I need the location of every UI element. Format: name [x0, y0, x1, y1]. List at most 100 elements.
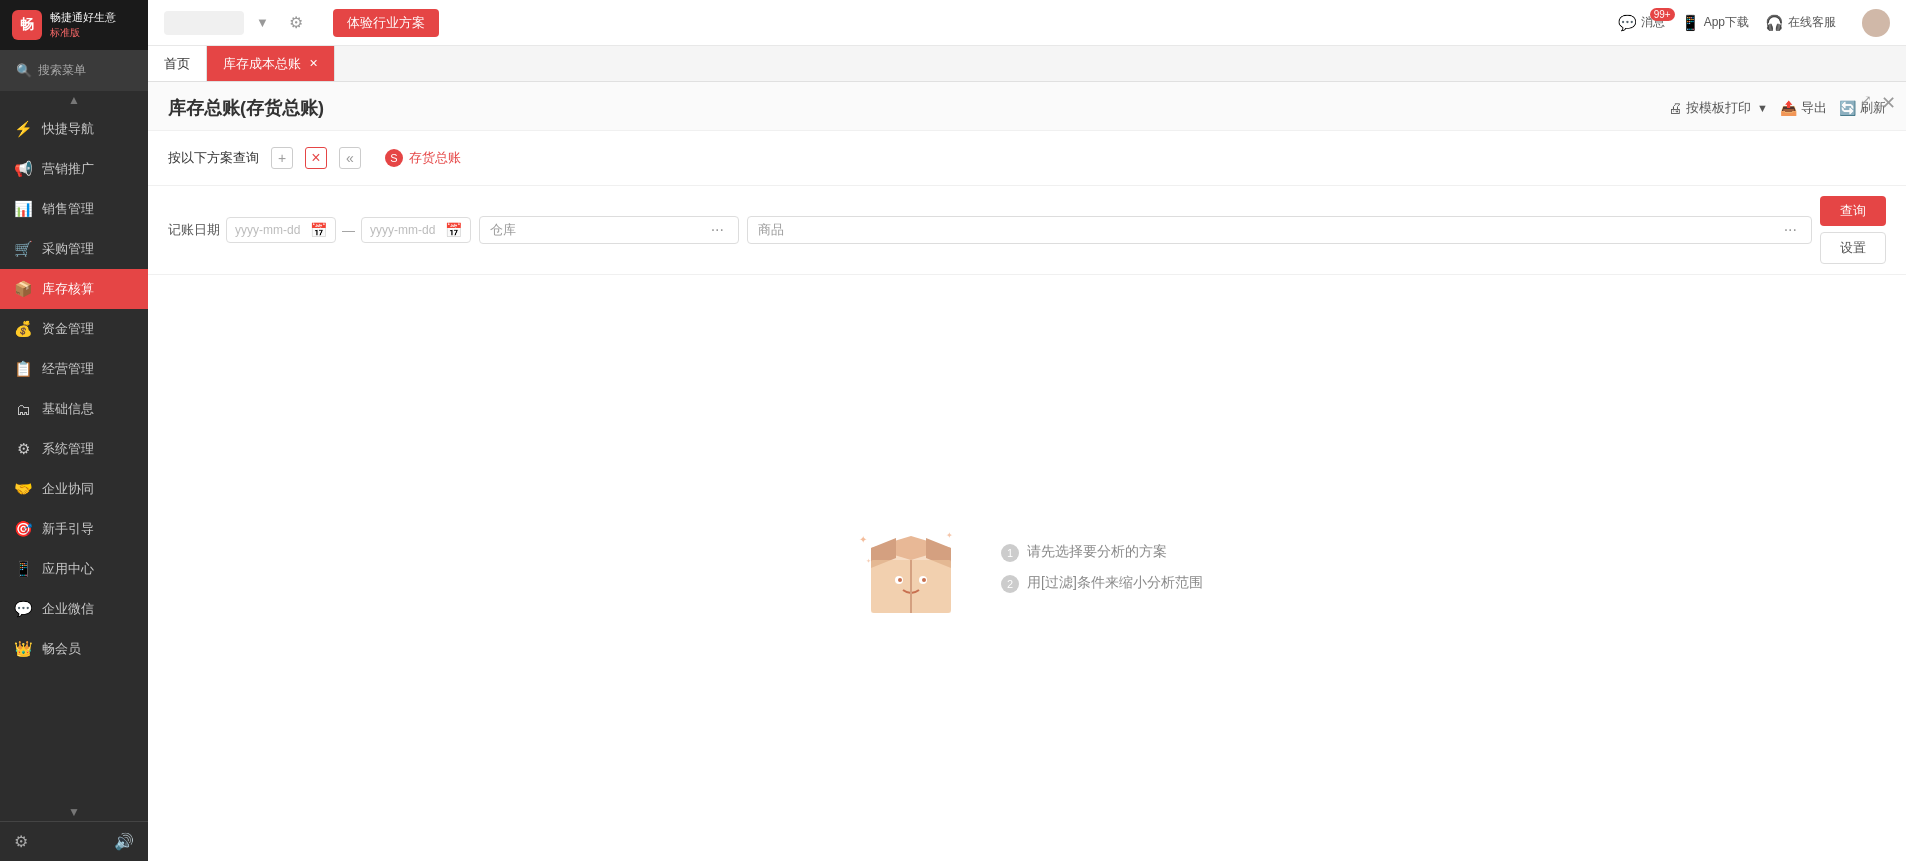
calendar-start-icon[interactable]: 📅 — [310, 222, 327, 238]
sidebar-item-enterprise[interactable]: 🤝 企业协同 — [0, 469, 148, 509]
sidebar-item-label: 企业微信 — [42, 600, 94, 618]
sidebar-item-finance[interactable]: 💰 资金管理 — [0, 309, 148, 349]
filter-delete-icon: × — [311, 150, 320, 166]
print-template-btn[interactable]: 🖨 按模板打印 ▼ — [1668, 99, 1768, 117]
filter-area: 按以下方案查询 + × « S 存货总账 — [148, 131, 1906, 186]
sidebar-item-label: 应用中心 — [42, 560, 94, 578]
operations-icon: 📋 — [14, 360, 32, 378]
empty-illustration: ✦ ✦ ✦ — [851, 508, 971, 628]
warehouse-more-icon[interactable]: ··· — [707, 221, 728, 239]
panel-close-btn[interactable]: ✕ — [1881, 92, 1896, 114]
tab-inventory-cost[interactable]: 库存成本总账 ✕ — [207, 46, 335, 81]
scheme-item[interactable]: S 存货总账 — [373, 143, 473, 173]
date-field: 记账日期 yyyy-mm-dd 📅 — yyyy-mm-dd 📅 — [168, 217, 471, 243]
sidebar-item-label: 库存核算 — [42, 280, 94, 298]
newbie-icon: 🎯 — [14, 520, 32, 538]
sidebar-item-newbie[interactable]: 🎯 新手引导 — [0, 509, 148, 549]
sidebar-item-sales[interactable]: 📊 销售管理 — [0, 189, 148, 229]
step-2-icon: 2 — [1001, 575, 1019, 593]
sidebar-item-base-info[interactable]: 🗂 基础信息 — [0, 389, 148, 429]
calendar-end-icon[interactable]: 📅 — [445, 222, 462, 238]
sidebar-item-wechat[interactable]: 💬 企业微信 — [0, 589, 148, 629]
filter-delete-btn[interactable]: × — [305, 147, 327, 169]
top-header: ▼ ⚙ 体验行业方案 💬 消息 99+ 📱 App下载 🎧 在线客服 — [148, 0, 1906, 46]
svg-text:✦: ✦ — [866, 558, 871, 564]
inventory-icon: 📦 — [14, 280, 32, 298]
svg-text:✦: ✦ — [946, 531, 953, 540]
filter-add-btn[interactable]: + — [271, 147, 293, 169]
sidebar-item-purchase[interactable]: 🛒 采购管理 — [0, 229, 148, 269]
footer-audio-icon[interactable]: 🔊 — [114, 832, 134, 851]
right-tools: 💬 消息 99+ 📱 App下载 🎧 在线客服 — [1618, 9, 1890, 37]
sidebar-item-label: 基础信息 — [42, 400, 94, 418]
date-start-input[interactable]: yyyy-mm-dd 📅 — [226, 217, 336, 243]
industry-btn[interactable]: 体验行业方案 — [333, 9, 439, 37]
page-actions: 🖨 按模板打印 ▼ 📤 导出 🔄 刷新 — [1668, 99, 1886, 117]
finance-icon: 💰 — [14, 320, 32, 338]
sidebar-item-marketing[interactable]: 📢 营销推广 — [0, 149, 148, 189]
filter-label: 按以下方案查询 — [168, 149, 259, 167]
warehouse-input[interactable]: 仓库 ··· — [479, 216, 739, 244]
refresh-icon: 🔄 — [1839, 100, 1856, 116]
sales-icon: 📊 — [14, 200, 32, 218]
panel-expand-btn[interactable]: ⤢ — [1860, 92, 1872, 108]
member-icon: 👑 — [14, 640, 32, 658]
sidebar-item-system[interactable]: ⚙ 系统管理 — [0, 429, 148, 469]
filter-collapse-icon: « — [346, 150, 354, 166]
date-field-label: 记账日期 — [168, 221, 220, 239]
date-end-placeholder: yyyy-mm-dd — [370, 223, 435, 237]
product-more-icon[interactable]: ··· — [1780, 221, 1801, 239]
tool-app-download[interactable]: 📱 App下载 — [1681, 14, 1749, 32]
export-btn[interactable]: 📤 导出 — [1780, 99, 1827, 117]
sidebar-item-app-center[interactable]: 📱 应用中心 — [0, 549, 148, 589]
base-info-icon: 🗂 — [14, 401, 32, 418]
scheme-item-label: 存货总账 — [409, 149, 461, 167]
svg-text:✦: ✦ — [859, 534, 867, 545]
tip-1-text: 请先选择要分析的方案 — [1027, 543, 1167, 561]
tab-home-label: 首页 — [164, 55, 190, 73]
sidebar-logo: 畅 畅捷通好生意 标准版 — [0, 0, 148, 50]
tab-close-icon[interactable]: ✕ — [309, 57, 318, 70]
messages-icon: 💬 — [1618, 14, 1637, 32]
avatar[interactable] — [1862, 9, 1890, 37]
tool-messages[interactable]: 💬 消息 99+ — [1618, 14, 1665, 32]
top-settings-icon[interactable]: ⚙ — [289, 13, 303, 32]
filter-collapse-btn[interactable]: « — [339, 147, 361, 169]
page-title: 库存总账(存货总账) — [168, 96, 324, 120]
query-btn[interactable]: 查询 — [1820, 196, 1886, 226]
sidebar-item-inventory[interactable]: 📦 库存核算 — [0, 269, 148, 309]
date-end-input[interactable]: yyyy-mm-dd 📅 — [361, 217, 471, 243]
tab-home[interactable]: 首页 — [148, 46, 207, 81]
sidebar-item-label: 资金管理 — [42, 320, 94, 338]
print-icon: 🖨 — [1668, 100, 1682, 116]
search-menu-btn[interactable]: 🔍 搜索菜单 — [10, 58, 138, 83]
sidebar-item-member[interactable]: 👑 畅会员 — [0, 629, 148, 669]
wechat-icon: 💬 — [14, 600, 32, 618]
step-1-icon: 1 — [1001, 544, 1019, 562]
sidebar-item-quick-nav[interactable]: ⚡ 快捷导航 — [0, 109, 148, 149]
settings-btn[interactable]: 设置 — [1820, 232, 1886, 264]
print-dropdown-icon[interactable]: ▼ — [1757, 102, 1768, 114]
empty-text-area: 1 请先选择要分析的方案 2 用[过滤]条件来缩小分析范围 — [1001, 543, 1203, 593]
main-area: ▼ ⚙ 体验行业方案 💬 消息 99+ 📱 App下载 🎧 在线客服 首页 — [148, 0, 1906, 861]
tab-bar: 首页 库存成本总账 ✕ — [148, 46, 1906, 82]
sidebar-footer: ⚙ 🔊 — [0, 821, 148, 861]
warehouse-placeholder: 仓库 — [490, 221, 516, 239]
tab-inventory-cost-label: 库存成本总账 — [223, 55, 301, 73]
dropdown-arrow-icon[interactable]: ▼ — [256, 15, 269, 30]
sidebar-scroll-down[interactable]: ▼ — [0, 803, 148, 821]
sidebar-search[interactable]: 🔍 搜索菜单 — [0, 50, 148, 91]
online-service-label: 在线客服 — [1788, 14, 1836, 31]
footer-settings-icon[interactable]: ⚙ — [14, 832, 28, 851]
page-content: 库存总账(存货总账) 🖨 按模板打印 ▼ 📤 导出 🔄 刷新 按以下方案查 — [148, 82, 1906, 861]
product-input[interactable]: 商品 ··· — [747, 216, 1812, 244]
empty-tip-1: 1 请先选择要分析的方案 — [1001, 543, 1203, 562]
sidebar-scroll-up[interactable]: ▲ — [0, 91, 148, 109]
logo-text: 畅捷通好生意 — [50, 10, 116, 24]
scheme-item-icon: S — [385, 149, 403, 167]
tool-online-service[interactable]: 🎧 在线客服 — [1765, 14, 1836, 32]
scheme-icon-letter: S — [390, 152, 397, 164]
quick-nav-icon: ⚡ — [14, 120, 32, 138]
sidebar-item-operations[interactable]: 📋 经营管理 — [0, 349, 148, 389]
sidebar-item-label: 系统管理 — [42, 440, 94, 458]
